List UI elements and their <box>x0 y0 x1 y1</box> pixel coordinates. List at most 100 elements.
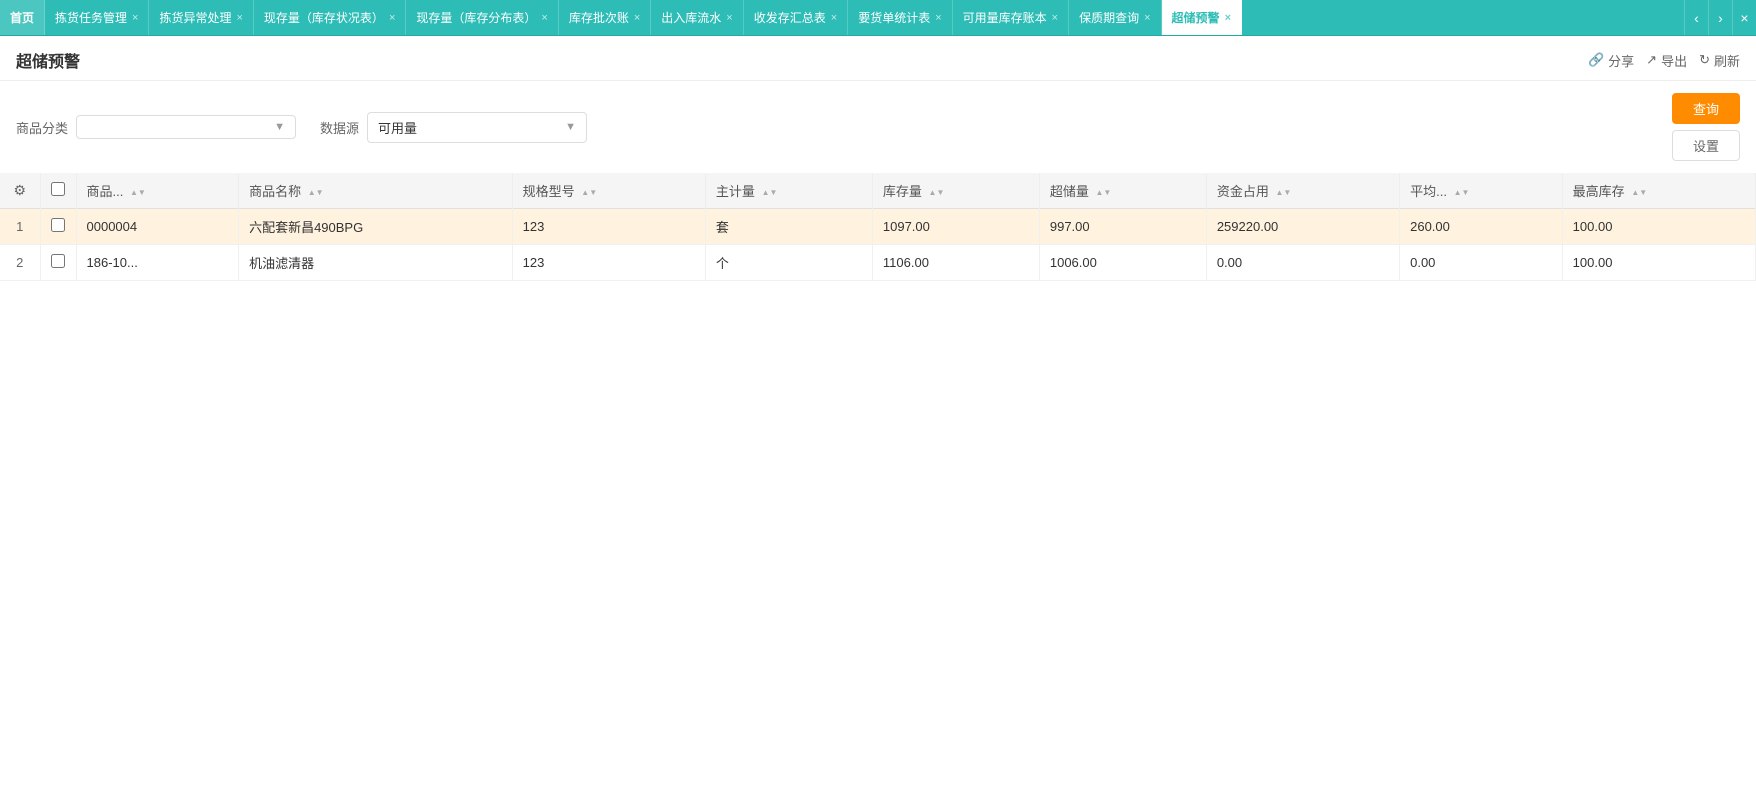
th-stock[interactable]: 库存量 ▲▼ <box>872 173 1039 209</box>
sort-icon-capital: ▲▼ <box>1275 189 1291 197</box>
select-all-checkbox[interactable] <box>51 182 65 196</box>
cell-product-name: 六配套新昌490BPG <box>239 209 513 245</box>
cell-stock: 1106.00 <box>872 245 1039 281</box>
cell-overflow: 1006.00 <box>1039 245 1206 281</box>
query-button[interactable]: 查询 <box>1672 93 1740 124</box>
cell-stock: 1097.00 <box>872 209 1039 245</box>
th-spec[interactable]: 规格型号 ▲▼ <box>512 173 705 209</box>
nav-tab-9[interactable]: 可用量库存账本 × <box>953 0 1069 36</box>
data-table: ⚙ 商品... ▲▼ 商品名称 ▲▼ 规格型号 ▲▼ <box>0 173 1756 281</box>
nav-tab-10[interactable]: 保质期查询 × <box>1069 0 1161 36</box>
nav-tab-home[interactable]: 首页 <box>0 0 45 36</box>
th-capital[interactable]: 资金占用 ▲▼ <box>1206 173 1399 209</box>
nav-tab-7[interactable]: 收发存汇总表 × <box>744 0 848 36</box>
sort-icon-avg: ▲▼ <box>1454 189 1470 197</box>
cell-unit: 个 <box>705 245 872 281</box>
cell-overflow: 997.00 <box>1039 209 1206 245</box>
close-tab-10[interactable]: × <box>1144 12 1150 24</box>
th-avg[interactable]: 平均... ▲▼ <box>1400 173 1563 209</box>
close-tab-11[interactable]: × <box>1225 12 1231 24</box>
datasource-value: 可用量 <box>378 118 417 137</box>
th-checkbox <box>40 173 76 209</box>
row-checkbox-cell <box>40 245 76 281</box>
sort-icon-product-name: ▲▼ <box>308 189 324 197</box>
page-title: 超储预警 <box>16 48 80 72</box>
row-checkbox[interactable] <box>51 218 65 232</box>
close-tab-1[interactable]: × <box>132 12 138 24</box>
filter-buttons: 查询 设置 <box>1672 93 1740 161</box>
cell-avg: 260.00 <box>1400 209 1563 245</box>
category-select[interactable]: ▼ <box>76 115 296 139</box>
gear-icon[interactable]: ⚙ <box>13 182 26 198</box>
export-icon: ↗ <box>1646 52 1657 68</box>
nav-next-button[interactable]: › <box>1708 0 1732 36</box>
sort-icon-spec: ▲▼ <box>581 189 597 197</box>
main-content: 超储预警 🔗 分享 ↗ 导出 ↻ 刷新 商品分类 ▼ 数据源 <box>0 36 1756 800</box>
close-tab-2[interactable]: × <box>236 12 242 24</box>
nav-tab-8[interactable]: 要货单统计表 × <box>848 0 952 36</box>
settings-button[interactable]: 设置 <box>1672 130 1740 161</box>
table-row: 1 0000004 六配套新昌490BPG 123 套 1097.00 997.… <box>0 209 1756 245</box>
table-row: 2 186-10... 机油滤清器 123 个 1106.00 1006.00 … <box>0 245 1756 281</box>
close-tab-3[interactable]: × <box>389 12 395 24</box>
nav-tab-2[interactable]: 拣货异常处理 × <box>149 0 253 36</box>
row-num: 2 <box>0 245 40 281</box>
nav-arrows: ‹ › × <box>1684 0 1756 36</box>
filter-area: 商品分类 ▼ 数据源 可用量 ▼ 查询 设置 <box>0 81 1756 173</box>
refresh-button[interactable]: ↻ 刷新 <box>1699 51 1740 70</box>
cell-product-code: 186-10... <box>76 245 239 281</box>
sort-icon-product-code: ▲▼ <box>130 189 146 197</box>
nav-tab-5[interactable]: 库存批次账 × <box>559 0 651 36</box>
nav-tab-6[interactable]: 出入库流水 × <box>651 0 743 36</box>
nav-close-button[interactable]: × <box>1732 0 1756 36</box>
datasource-filter: 数据源 可用量 ▼ <box>320 112 587 143</box>
nav-prev-button[interactable]: ‹ <box>1684 0 1708 36</box>
th-gear: ⚙ <box>0 173 40 209</box>
table-container: ⚙ 商品... ▲▼ 商品名称 ▲▼ 规格型号 ▲▼ <box>0 173 1756 281</box>
top-navigation: 首页 拣货任务管理 × 拣货异常处理 × 现存量（库存状况表） × 现存量（库存… <box>0 0 1756 36</box>
cell-avg: 0.00 <box>1400 245 1563 281</box>
sort-icon-stock: ▲▼ <box>929 189 945 197</box>
close-tab-9[interactable]: × <box>1052 12 1058 24</box>
cell-capital: 259220.00 <box>1206 209 1399 245</box>
sort-icon-overflow: ▲▼ <box>1096 189 1112 197</box>
close-tab-8[interactable]: × <box>935 12 941 24</box>
th-product-code[interactable]: 商品... ▲▼ <box>76 173 239 209</box>
sort-icon-unit: ▲▼ <box>762 189 778 197</box>
share-button[interactable]: 🔗 分享 <box>1588 51 1634 70</box>
nav-tab-11[interactable]: 超储预警 × <box>1162 0 1242 36</box>
row-checkbox[interactable] <box>51 254 65 268</box>
datasource-chevron-icon: ▼ <box>565 121 576 133</box>
sort-icon-max-stock: ▲▼ <box>1631 189 1647 197</box>
share-icon: 🔗 <box>1588 52 1604 68</box>
th-overflow[interactable]: 超储量 ▲▼ <box>1039 173 1206 209</box>
nav-tab-1[interactable]: 拣货任务管理 × <box>45 0 149 36</box>
export-button[interactable]: ↗ 导出 <box>1646 51 1687 70</box>
th-product-name[interactable]: 商品名称 ▲▼ <box>239 173 513 209</box>
cell-spec: 123 <box>512 209 705 245</box>
nav-tab-4[interactable]: 现存量（库存分布表） × <box>406 0 558 36</box>
category-label: 商品分类 <box>16 118 68 137</box>
close-tab-5[interactable]: × <box>634 12 640 24</box>
nav-tab-3[interactable]: 现存量（库存状况表） × <box>254 0 406 36</box>
header-actions: 🔗 分享 ↗ 导出 ↻ 刷新 <box>1588 51 1740 70</box>
cell-capital: 0.00 <box>1206 245 1399 281</box>
category-chevron-icon: ▼ <box>274 121 285 133</box>
close-tab-7[interactable]: × <box>831 12 837 24</box>
table-body: 1 0000004 六配套新昌490BPG 123 套 1097.00 997.… <box>0 209 1756 281</box>
close-tab-6[interactable]: × <box>726 12 732 24</box>
datasource-select[interactable]: 可用量 ▼ <box>367 112 587 143</box>
table-header-row: ⚙ 商品... ▲▼ 商品名称 ▲▼ 规格型号 ▲▼ <box>0 173 1756 209</box>
th-max-stock[interactable]: 最高库存 ▲▼ <box>1562 173 1755 209</box>
close-tab-4[interactable]: × <box>541 12 547 24</box>
datasource-label: 数据源 <box>320 118 359 137</box>
category-filter: 商品分类 ▼ <box>16 115 296 139</box>
refresh-icon: ↻ <box>1699 52 1710 68</box>
cell-spec: 123 <box>512 245 705 281</box>
cell-unit: 套 <box>705 209 872 245</box>
th-unit[interactable]: 主计量 ▲▼ <box>705 173 872 209</box>
cell-max-stock: 100.00 <box>1562 209 1755 245</box>
row-num: 1 <box>0 209 40 245</box>
row-checkbox-cell <box>40 209 76 245</box>
page-header: 超储预警 🔗 分享 ↗ 导出 ↻ 刷新 <box>0 36 1756 81</box>
